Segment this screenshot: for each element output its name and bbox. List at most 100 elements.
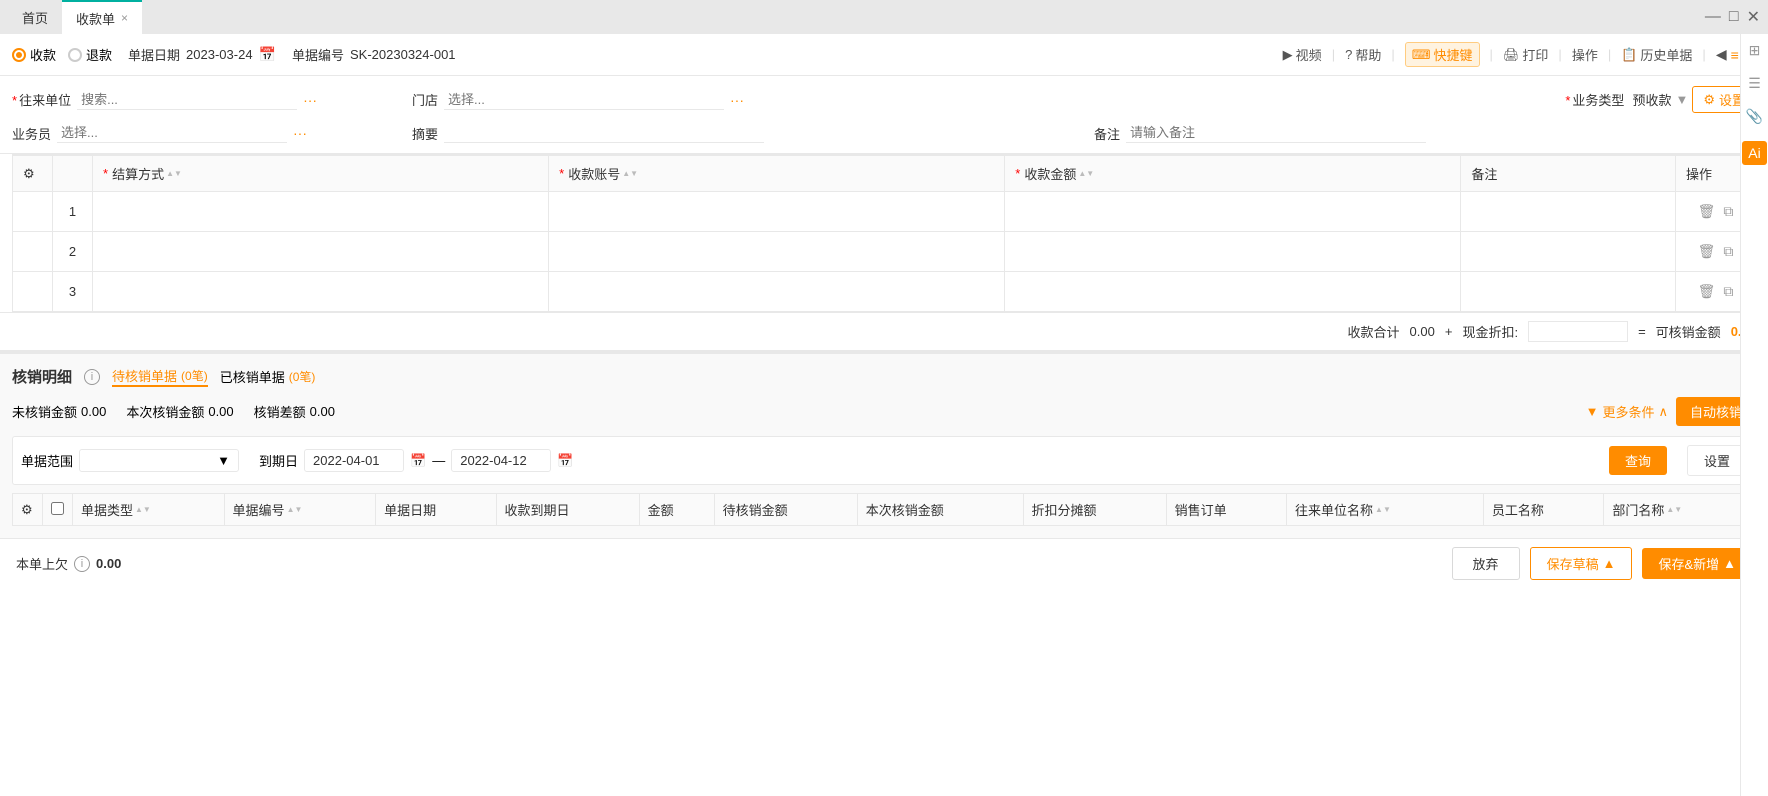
store-input[interactable] bbox=[444, 90, 724, 110]
row-delete-icon-1[interactable]: 🗑 bbox=[1698, 203, 1716, 220]
save-new-btn[interactable]: 保存&新增 ▲ bbox=[1642, 548, 1752, 579]
print-icon: 🖨 bbox=[1503, 47, 1520, 63]
row-settlement-2[interactable] bbox=[93, 232, 549, 272]
verify-checkbox-col[interactable] bbox=[43, 494, 73, 526]
row-copy-icon-3[interactable]: ⧉ bbox=[1723, 283, 1733, 300]
verify-header-row: ⚙ 单据类型 ▲▼ 单据编号 bbox=[13, 494, 1756, 526]
counterpart-more-icon[interactable]: ··· bbox=[303, 92, 317, 108]
row-remark-2[interactable] bbox=[1461, 232, 1676, 272]
table-remark-header: 备注 bbox=[1461, 156, 1676, 192]
table-row: 3 🗑 ⧉ bbox=[13, 272, 1756, 312]
table-settings-col[interactable]: ⚙ bbox=[13, 156, 53, 192]
row-remark-1[interactable] bbox=[1461, 192, 1676, 232]
filter-row: 单据范围 ▼ 到期日 📅 — 📅 查询 设置 bbox=[12, 436, 1756, 485]
calendar-to-icon[interactable]: 📅 bbox=[557, 453, 573, 469]
radio-receipt[interactable]: 收款 bbox=[12, 45, 56, 64]
row-settings-2 bbox=[13, 232, 53, 272]
staff-label: 业务员 bbox=[12, 124, 51, 143]
row-account-1[interactable] bbox=[549, 192, 1005, 232]
info-value: 0.00 bbox=[96, 556, 121, 571]
row-amount-3[interactable] bbox=[1005, 272, 1461, 312]
calendar-from-icon[interactable]: 📅 bbox=[410, 453, 426, 469]
sidebar-clip-icon[interactable]: 📎 bbox=[1746, 108, 1763, 125]
shortcut-btn[interactable]: ⌨ 快捷键 bbox=[1405, 42, 1480, 67]
date-calendar-icon[interactable]: 📅 bbox=[259, 46, 276, 63]
row-account-2[interactable] bbox=[549, 232, 1005, 272]
save-draft-btn[interactable]: 保存草稿 ▲ bbox=[1530, 547, 1633, 580]
account-sort-icon[interactable]: ▲▼ bbox=[622, 169, 638, 178]
store-more-icon[interactable]: ··· bbox=[730, 92, 744, 108]
dept-sort-icon[interactable]: ▲▼ bbox=[1666, 505, 1682, 514]
row-settlement-1[interactable] bbox=[93, 192, 549, 232]
verify-tab-pending[interactable]: 待核销单据 (0笔) bbox=[112, 366, 208, 387]
business-type-field: *业务类型 预收款 ▼ ⚙ 设置 bbox=[1565, 86, 1756, 113]
abandon-btn[interactable]: 放弃 bbox=[1452, 547, 1520, 580]
operations-btn[interactable]: 操作 bbox=[1572, 45, 1598, 64]
help-btn[interactable]: ? 帮助 bbox=[1345, 45, 1381, 64]
type-sort-icon[interactable]: ▲▼ bbox=[135, 505, 151, 514]
counterpart-sort-icon[interactable]: ▲▼ bbox=[1375, 505, 1391, 514]
row-copy-icon-2[interactable]: ⧉ bbox=[1723, 243, 1733, 260]
layout-list-icon[interactable]: ≡ bbox=[1731, 47, 1739, 63]
save-new-dropdown-icon: ▲ bbox=[1723, 556, 1736, 571]
verify-pending-header: 待核销金额 bbox=[714, 494, 857, 526]
video-btn[interactable]: ▶ 视频 bbox=[1283, 45, 1322, 64]
amount-sort-icon[interactable]: ▲▼ bbox=[1078, 169, 1094, 178]
maximize-btn[interactable]: □ bbox=[1729, 8, 1739, 26]
receipt-table: ⚙ * 结算方式 ▲▼ * 收款账号 ▲▼ bbox=[12, 155, 1756, 312]
row-amount-1[interactable] bbox=[1005, 192, 1461, 232]
row-delete-icon-3[interactable]: 🗑 bbox=[1698, 283, 1716, 300]
verify-check-all[interactable] bbox=[51, 502, 64, 515]
close-btn[interactable]: ✕ bbox=[1747, 7, 1760, 27]
remark-field: 备注 bbox=[1094, 123, 1756, 143]
number-sort-icon[interactable]: ▲▼ bbox=[287, 505, 303, 514]
row-settlement-3[interactable] bbox=[93, 272, 549, 312]
radio-refund[interactable]: 退款 bbox=[68, 45, 112, 64]
bottom-info-icon[interactable]: i bbox=[74, 556, 90, 572]
range-select[interactable]: ▼ bbox=[79, 449, 239, 472]
row-copy-icon-1[interactable]: ⧉ bbox=[1723, 203, 1733, 220]
main-content: 收款 退款 单据日期 2023-03-24 📅 单据编号 SK-20230324… bbox=[0, 34, 1768, 796]
row-remark-3[interactable] bbox=[1461, 272, 1676, 312]
date-from-input[interactable] bbox=[304, 449, 404, 472]
settlement-sort-icon[interactable]: ▲▼ bbox=[166, 169, 182, 178]
verify-current-header: 本次核销金额 bbox=[857, 494, 1023, 526]
sidebar-ai-icon[interactable]: Ai bbox=[1742, 141, 1766, 165]
verify-settings-btn[interactable]: 设置 bbox=[1687, 445, 1747, 476]
row-account-3[interactable] bbox=[549, 272, 1005, 312]
form-row-1: *往来单位 ··· 门店 ··· *业务类型 预收款 ▼ ⚙ 设 bbox=[12, 86, 1756, 113]
current-amount: 本次核销金额 0.00 bbox=[126, 402, 233, 421]
staff-more-icon[interactable]: ··· bbox=[293, 125, 307, 141]
tab-close-icon[interactable]: × bbox=[121, 11, 128, 25]
verify-tab-done[interactable]: 已核销单据 (0笔) bbox=[220, 367, 316, 386]
row-amount-2[interactable] bbox=[1005, 232, 1461, 272]
verify-info-icon[interactable]: i bbox=[84, 369, 100, 385]
minimize-btn[interactable]: — bbox=[1705, 8, 1721, 26]
verify-settings-col[interactable]: ⚙ bbox=[13, 494, 43, 526]
counterpart-input[interactable] bbox=[77, 90, 297, 110]
prev-layout-icon[interactable]: ◀ bbox=[1716, 46, 1727, 63]
date-to-input[interactable] bbox=[451, 449, 551, 472]
query-btn[interactable]: 查询 bbox=[1609, 446, 1667, 475]
verify-counterpart-header: 往来单位名称 ▲▼ bbox=[1287, 494, 1484, 526]
sidebar-list-icon[interactable]: ☰ bbox=[1748, 75, 1761, 92]
row-delete-icon-2[interactable]: 🗑 bbox=[1698, 243, 1716, 260]
range-dropdown-icon: ▼ bbox=[217, 453, 230, 468]
row-num-1: 1 bbox=[53, 192, 93, 232]
tab-home[interactable]: 首页 bbox=[8, 0, 62, 34]
dropdown-icon[interactable]: ▼ bbox=[1675, 92, 1688, 107]
receipt-table-container: ⚙ * 结算方式 ▲▼ * 收款账号 ▲▼ bbox=[12, 154, 1756, 312]
range-field: 单据范围 ▼ bbox=[21, 449, 239, 472]
diff-amount: 核销差额 0.00 bbox=[254, 402, 335, 421]
toolbar-actions: ▶ 视频 | ? 帮助 | ⌨ 快捷键 | 🖨 打印 | 操作 | bbox=[1283, 42, 1756, 67]
discount-input[interactable] bbox=[1528, 321, 1628, 342]
remark-input[interactable] bbox=[1126, 123, 1426, 143]
sidebar-table-icon[interactable]: ⊞ bbox=[1749, 42, 1761, 59]
staff-input[interactable] bbox=[57, 123, 287, 143]
more-conditions-btn[interactable]: ▼ 更多条件 ∧ bbox=[1586, 402, 1668, 421]
history-btn[interactable]: 📋 历史单据 bbox=[1621, 45, 1692, 64]
tab-receipt[interactable]: 收款单 × bbox=[62, 0, 142, 34]
summary-input[interactable] bbox=[444, 123, 764, 143]
done-count: (0笔) bbox=[289, 368, 316, 385]
print-btn[interactable]: 🖨 打印 bbox=[1503, 45, 1549, 64]
